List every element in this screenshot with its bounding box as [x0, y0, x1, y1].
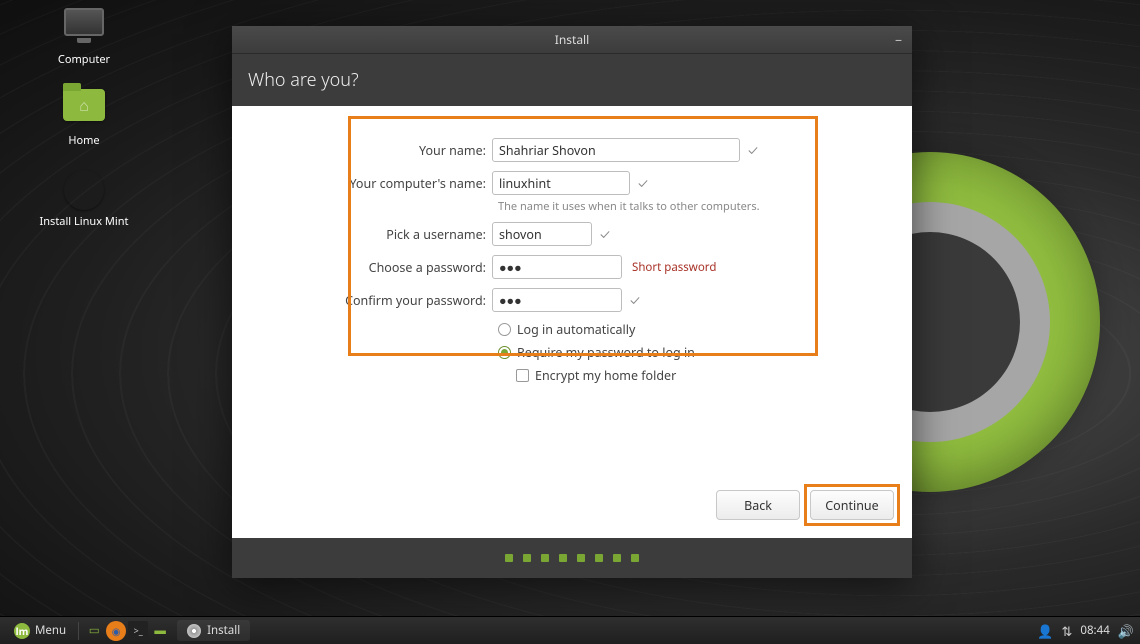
- progress-dot-icon: [613, 554, 621, 562]
- user-form: Your name: ✓ Your computer's name: ✓ The…: [292, 138, 852, 384]
- taskbar-task-install[interactable]: Install: [177, 620, 250, 641]
- progress-dot-icon: [559, 554, 567, 562]
- password-warning: Short password: [632, 260, 716, 275]
- checkbox-encrypt-home[interactable]: Encrypt my home folder: [516, 367, 852, 384]
- system-tray: 👤 ⇅ 08:44 🔊: [1037, 622, 1134, 640]
- computer-name-input[interactable]: [492, 171, 630, 195]
- back-button[interactable]: Back: [716, 490, 800, 520]
- installer-progress-dots: [232, 538, 912, 578]
- checkbox-icon: [516, 369, 529, 382]
- check-icon: ✓: [630, 291, 640, 310]
- password-input[interactable]: [492, 255, 622, 279]
- radio-auto-login[interactable]: Log in automatically: [498, 321, 852, 338]
- progress-dot-icon: [577, 554, 585, 562]
- folder-home-icon: [63, 89, 105, 121]
- window-minimize-button[interactable]: –: [895, 30, 902, 49]
- desktop-icons: Computer Home Install Linux Mint: [24, 8, 144, 251]
- desktop-icon-label: Computer: [24, 52, 144, 67]
- clock[interactable]: 08:44: [1080, 623, 1109, 638]
- desktop-icon-label: Install Linux Mint: [24, 214, 144, 229]
- label-username: Pick a username:: [292, 226, 492, 243]
- taskbar: lm Menu ▭ ◉ >_ ▬ Install 👤 ⇅ 08:44 🔊: [0, 616, 1140, 644]
- computer-name-hint: The name it uses when it talks to other …: [498, 199, 852, 214]
- mint-logo-icon: lm: [14, 623, 30, 639]
- continue-button[interactable]: Continue: [810, 490, 894, 520]
- label-password: Choose a password:: [292, 259, 492, 276]
- installer-window: Install – Who are you? Your name: ✓ Your…: [232, 26, 912, 578]
- your-name-input[interactable]: [492, 138, 740, 162]
- files-icon[interactable]: ▬: [150, 621, 170, 641]
- monitor-icon: [64, 8, 104, 36]
- desktop-icon-label: Home: [24, 133, 144, 148]
- installer-heading: Who are you?: [232, 54, 912, 106]
- label-your-name: Your name:: [292, 142, 492, 159]
- progress-dot-icon: [523, 554, 531, 562]
- progress-dot-icon: [631, 554, 639, 562]
- check-icon: ✓: [638, 174, 648, 193]
- check-icon: ✓: [600, 225, 610, 244]
- label-computer-name: Your computer's name:: [292, 175, 492, 192]
- confirm-password-input[interactable]: [492, 288, 622, 312]
- installer-content: Your name: ✓ Your computer's name: ✓ The…: [232, 106, 912, 538]
- task-label: Install: [207, 623, 240, 638]
- window-titlebar[interactable]: Install –: [232, 26, 912, 54]
- radio-icon-selected: [498, 346, 511, 359]
- progress-dot-icon: [541, 554, 549, 562]
- check-icon: ✓: [748, 141, 758, 160]
- taskbar-separator: [78, 622, 79, 640]
- radio-icon: [498, 323, 511, 336]
- terminal-icon[interactable]: >_: [128, 621, 148, 641]
- installer-task-icon: [187, 624, 201, 638]
- volume-icon[interactable]: 🔊: [1118, 622, 1134, 640]
- desktop-icon-install[interactable]: Install Linux Mint: [24, 170, 144, 229]
- show-desktop-icon[interactable]: ▭: [84, 621, 104, 641]
- username-input[interactable]: [492, 222, 592, 246]
- network-icon[interactable]: ⇅: [1062, 622, 1073, 640]
- radio-label: Require my password to log in: [517, 344, 695, 361]
- desktop-icon-home[interactable]: Home: [24, 89, 144, 148]
- checkbox-label: Encrypt my home folder: [535, 367, 676, 384]
- radio-label: Log in automatically: [517, 321, 635, 338]
- footer-buttons: Back Continue: [716, 490, 894, 520]
- progress-dot-icon: [595, 554, 603, 562]
- label-confirm-password: Confirm your password:: [292, 292, 492, 309]
- desktop-icon-computer[interactable]: Computer: [24, 8, 144, 67]
- menu-button[interactable]: lm Menu: [6, 620, 74, 642]
- progress-dot-icon: [505, 554, 513, 562]
- radio-require-password[interactable]: Require my password to log in: [498, 344, 852, 361]
- window-title: Install: [555, 31, 590, 48]
- menu-label: Menu: [35, 623, 66, 638]
- heading-text: Who are you?: [248, 68, 359, 92]
- cd-icon: [64, 170, 104, 210]
- user-icon[interactable]: 👤: [1037, 622, 1053, 640]
- firefox-icon[interactable]: ◉: [106, 621, 126, 641]
